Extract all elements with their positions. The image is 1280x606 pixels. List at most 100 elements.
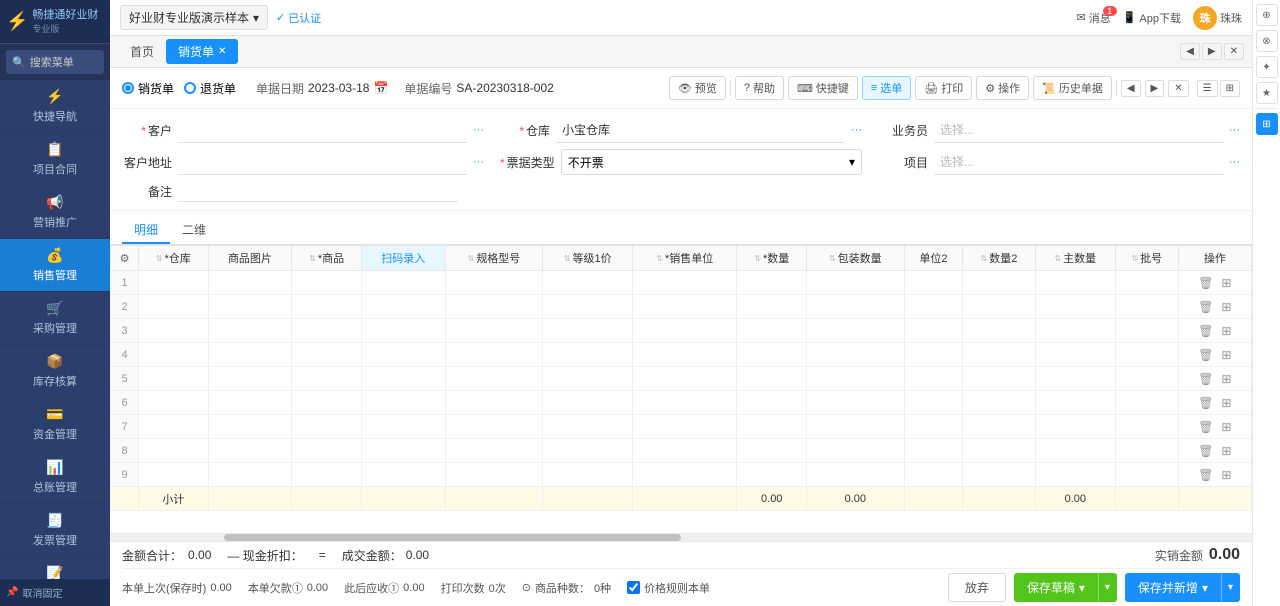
table-cell[interactable] <box>1035 391 1115 415</box>
radio-return-order[interactable]: 退货单 <box>184 80 236 97</box>
table-cell[interactable] <box>445 463 543 487</box>
message-btn[interactable]: ✉ 1 消息 <box>1077 10 1111 26</box>
table-cell[interactable] <box>1115 319 1178 343</box>
table-cell[interactable] <box>633 295 737 319</box>
table-cell[interactable] <box>292 463 362 487</box>
tab-home[interactable]: 首页 <box>118 39 166 64</box>
table-cell[interactable] <box>633 463 737 487</box>
close-form-btn[interactable]: ✕ <box>1168 80 1188 97</box>
delete-row-btn[interactable]: 🗑 <box>1196 347 1215 363</box>
table-cell[interactable] <box>543 271 633 295</box>
sidebar-item-funds[interactable]: 💳 资金管理 <box>0 398 110 451</box>
table-cell[interactable] <box>1035 295 1115 319</box>
customer-search-icon[interactable]: ··· <box>473 124 484 136</box>
rp-btn-active[interactable]: ⊞ <box>1256 113 1278 135</box>
remark-input[interactable] <box>178 181 458 202</box>
table-cell[interactable] <box>807 295 905 319</box>
table-cell[interactable] <box>807 415 905 439</box>
table-cell[interactable] <box>361 319 445 343</box>
table-cell[interactable] <box>904 463 963 487</box>
delete-row-btn[interactable]: 🗑 <box>1196 419 1215 435</box>
table-cell[interactable] <box>292 319 362 343</box>
table-cell[interactable] <box>208 391 292 415</box>
table-cell[interactable] <box>1115 391 1178 415</box>
table-cell[interactable] <box>807 343 905 367</box>
tab-sales-order[interactable]: 销货单 ✕ <box>166 39 238 64</box>
table-cell[interactable] <box>361 415 445 439</box>
table-cell[interactable] <box>1115 295 1178 319</box>
salesman-input[interactable]: 选择... <box>934 117 1223 143</box>
table-cell[interactable] <box>633 271 737 295</box>
rp-btn-1[interactable]: ⊕ <box>1256 4 1278 26</box>
tab-2d[interactable]: 二维 <box>170 217 218 244</box>
app-download-btn[interactable]: 📱 App下载 <box>1123 10 1181 26</box>
copy-row-btn[interactable]: ⊞ <box>1219 443 1233 459</box>
table-cell[interactable] <box>1035 271 1115 295</box>
next-record-btn[interactable]: ▶ <box>1145 80 1165 97</box>
sidebar-item-sales[interactable]: 💰 销售管理 <box>0 239 110 292</box>
address-input[interactable] <box>178 149 467 175</box>
save-new-btn[interactable]: 保存并新增 ▾ <box>1125 573 1221 602</box>
table-cell[interactable] <box>543 319 633 343</box>
tab-close-icon[interactable]: ✕ <box>218 46 226 57</box>
table-cell[interactable] <box>208 271 292 295</box>
table-cell[interactable] <box>963 415 1035 439</box>
sidebar-item-tax[interactable]: 📝 税务管理 <box>0 557 110 579</box>
table-cell[interactable] <box>543 343 633 367</box>
delete-row-btn[interactable]: 🗑 <box>1196 323 1215 339</box>
table-cell[interactable] <box>737 463 807 487</box>
help-btn[interactable]: ? 帮助 <box>735 76 784 100</box>
table-cell[interactable] <box>208 367 292 391</box>
delete-row-btn[interactable]: 🗑 <box>1196 275 1215 291</box>
table-cell[interactable] <box>807 439 905 463</box>
customer-input[interactable] <box>178 117 467 143</box>
sidebar-item-quick-nav[interactable]: ⚡ 快捷导航 <box>0 80 110 133</box>
table-cell[interactable] <box>807 319 905 343</box>
table-cell[interactable] <box>1035 463 1115 487</box>
table-cell[interactable] <box>292 271 362 295</box>
prev-record-btn[interactable]: ◀ <box>1121 80 1141 97</box>
table-cell[interactable] <box>543 295 633 319</box>
select-btn[interactable]: ≡ 选单 <box>862 76 911 100</box>
shortcuts-btn[interactable]: ⌨ 快捷键 <box>788 76 858 100</box>
table-cell[interactable] <box>445 343 543 367</box>
table-cell[interactable] <box>139 319 209 343</box>
table-cell[interactable] <box>445 295 543 319</box>
table-cell[interactable] <box>208 463 292 487</box>
warehouse-search-icon[interactable]: ··· <box>851 124 862 136</box>
table-cell[interactable] <box>445 367 543 391</box>
table-cell[interactable] <box>445 319 543 343</box>
user-profile[interactable]: 珠 珠珠 <box>1193 6 1242 30</box>
table-cell[interactable] <box>904 391 963 415</box>
table-cell[interactable] <box>737 367 807 391</box>
table-cell[interactable] <box>737 415 807 439</box>
sidebar-item-invoice[interactable]: 🧾 发票管理 <box>0 504 110 557</box>
horizontal-scrollbar[interactable] <box>110 533 1252 541</box>
copy-row-btn[interactable]: ⊞ <box>1219 323 1233 339</box>
history-btn[interactable]: 📜 历史单据 <box>1033 76 1112 100</box>
table-cell[interactable] <box>139 295 209 319</box>
radio-sales-order[interactable]: 销货单 <box>122 80 174 97</box>
sidebar-item-inventory[interactable]: 📦 库存核算 <box>0 345 110 398</box>
table-cell[interactable] <box>1115 271 1178 295</box>
table-cell[interactable] <box>633 367 737 391</box>
save-draft-btn[interactable]: 保存草稿 ▾ <box>1014 573 1098 602</box>
table-cell[interactable] <box>292 439 362 463</box>
table-cell[interactable] <box>543 391 633 415</box>
sidebar-bottom[interactable]: 📌 取消固定 <box>0 579 110 606</box>
table-cell[interactable] <box>139 463 209 487</box>
table-cell[interactable] <box>361 295 445 319</box>
table-cell[interactable] <box>737 271 807 295</box>
th-batch-import[interactable]: 扫码录入 <box>361 246 445 271</box>
table-cell[interactable] <box>445 271 543 295</box>
invoice-select[interactable]: 不开票 ▾ <box>561 149 862 175</box>
table-cell[interactable] <box>1035 415 1115 439</box>
table-cell[interactable] <box>139 391 209 415</box>
table-cell[interactable] <box>1035 319 1115 343</box>
table-cell[interactable] <box>292 391 362 415</box>
table-cell[interactable] <box>904 319 963 343</box>
delete-row-btn[interactable]: 🗑 <box>1196 371 1215 387</box>
tab-next-btn[interactable]: ▶ <box>1202 43 1222 60</box>
table-cell[interactable] <box>904 415 963 439</box>
table-cell[interactable] <box>543 367 633 391</box>
